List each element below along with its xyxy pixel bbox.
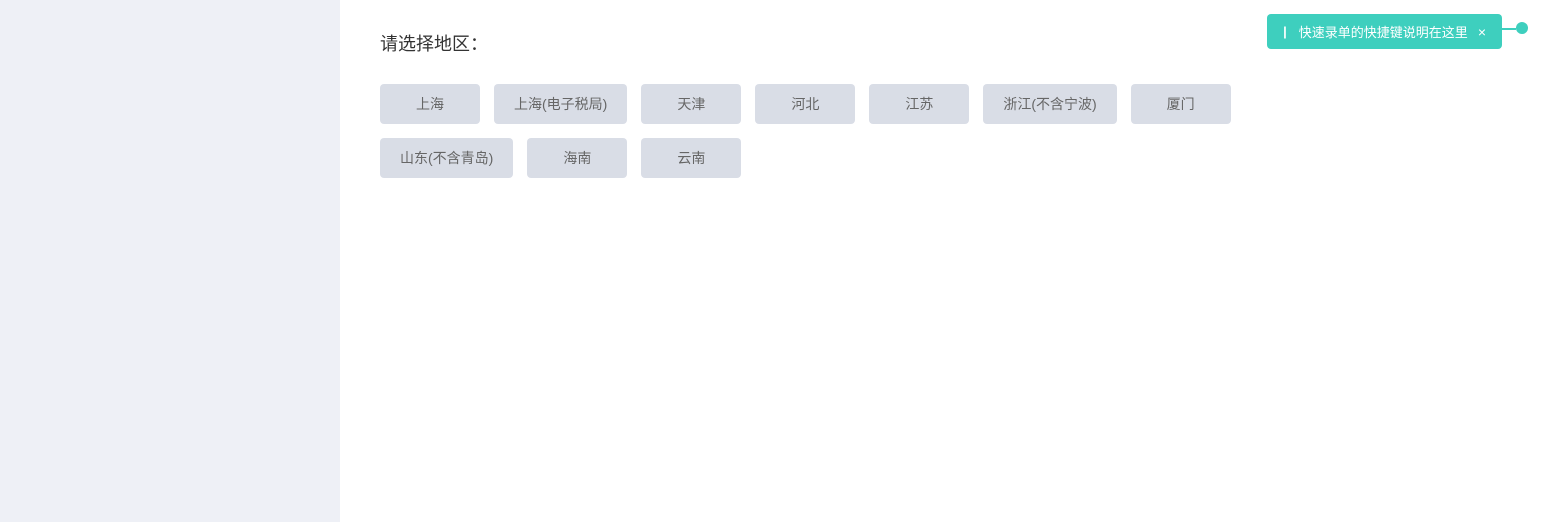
tooltip-dot-indicator bbox=[1516, 22, 1528, 34]
tooltip-text: 快速录单的快捷键说明在这里 bbox=[1299, 22, 1468, 41]
tooltip-banner: 快速录单的快捷键说明在这里 × bbox=[1267, 14, 1502, 49]
region-btn-hebei[interactable]: 河北 bbox=[755, 84, 855, 124]
main-content: 请选择地区： 上海上海(电子税局)天津河北江苏浙江(不含宁波)厦门 山东(不含青… bbox=[340, 0, 1562, 522]
region-row-1: 上海上海(电子税局) 天津河北江苏浙江(不含宁波) 厦门 bbox=[380, 84, 1522, 124]
region-btn-xiamen[interactable]: 厦门 bbox=[1131, 84, 1231, 124]
region-btn-shandong[interactable]: 山东(不含青岛) bbox=[380, 138, 513, 178]
tooltip-close-button[interactable]: × bbox=[1478, 25, 1486, 39]
region-btn-tianjin[interactable]: 天津 bbox=[641, 84, 741, 124]
region-btn-jiangsu[interactable]: 江苏 bbox=[869, 84, 969, 124]
region-row-2: 山东(不含青岛) 海南云南 bbox=[380, 138, 1522, 178]
region-btn-zhejiang[interactable]: 浙江(不含宁波) bbox=[983, 84, 1116, 124]
region-btn-yunnan[interactable]: 云南 bbox=[641, 138, 741, 178]
region-btn-shanghai[interactable]: 上海 bbox=[380, 84, 480, 124]
left-panel bbox=[0, 0, 340, 522]
tooltip-connector-line bbox=[1502, 28, 1516, 30]
region-btn-shanghai-etax[interactable]: 上海(电子税局) bbox=[494, 84, 627, 124]
region-btn-hainan[interactable]: 海南 bbox=[527, 138, 627, 178]
